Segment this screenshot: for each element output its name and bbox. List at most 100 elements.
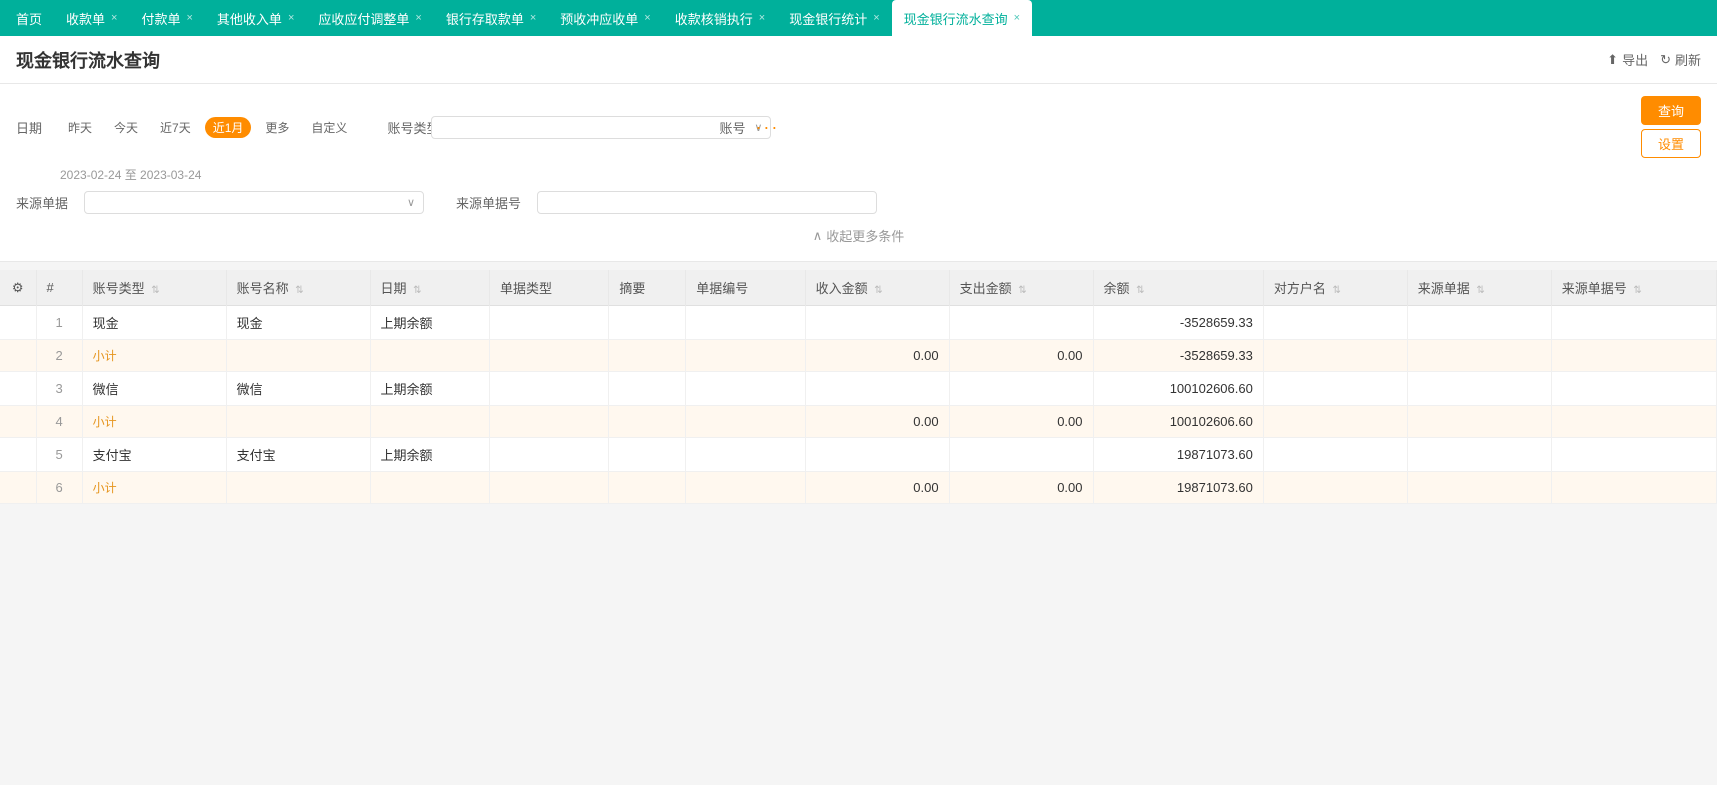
col-gear[interactable]: ⚙ xyxy=(0,270,36,306)
source-doc-select[interactable]: ∨ xyxy=(84,191,424,214)
col-num: # xyxy=(36,270,82,306)
refresh-button[interactable]: ↻ 刷新 xyxy=(1660,50,1701,69)
account-label: 账号 xyxy=(719,118,747,137)
source-doc-cell xyxy=(1407,372,1551,406)
source-doc-num-cell xyxy=(1551,438,1716,472)
page-title: 现金银行流水查询 xyxy=(16,47,160,73)
col-source-doc-num[interactable]: 来源单据号 ⇅ xyxy=(1551,270,1716,306)
doc-number-cell xyxy=(686,406,805,438)
expense-cell: 0.00 xyxy=(949,406,1093,438)
col-doc-type[interactable]: 单据类型 xyxy=(489,270,608,306)
nav-collection[interactable]: 收款核销执行 × xyxy=(663,0,777,36)
table-row: 4 小计 0.00 0.00 100102606.60 xyxy=(0,406,1717,438)
doc-number-cell xyxy=(686,340,805,372)
account-name-cell: 现金 xyxy=(226,306,370,340)
close-icon[interactable]: × xyxy=(530,12,536,24)
more-dots-icon[interactable]: ··· xyxy=(755,117,779,138)
col-account-name[interactable]: 账号名称 ⇅ xyxy=(226,270,370,306)
col-counterparty[interactable]: 对方户名 ⇅ xyxy=(1263,270,1407,306)
date-opt-more[interactable]: 更多 xyxy=(257,117,297,138)
close-icon[interactable]: × xyxy=(1014,12,1020,24)
counterparty-cell xyxy=(1263,472,1407,504)
export-icon: ⬆ xyxy=(1607,52,1618,68)
date-opt-1month[interactable]: 近1月 xyxy=(205,117,252,138)
account-name-cell xyxy=(226,340,370,372)
date-options: 昨天 今天 近7天 近1月 更多 自定义 xyxy=(60,117,355,138)
collapse-bar[interactable]: ∧ 收起更多条件 xyxy=(16,222,1701,249)
nav-home[interactable]: 首页 xyxy=(4,0,54,36)
close-icon[interactable]: × xyxy=(186,12,192,24)
doc-type-cell xyxy=(489,372,608,406)
date-opt-yesterday[interactable]: 昨天 xyxy=(60,117,100,138)
action-buttons: 查询 设置 xyxy=(1641,96,1701,158)
top-nav: 首页 收款单 × 付款单 × 其他收入单 × 应收应付调整单 × 银行存取款单 … xyxy=(0,0,1717,36)
doc-number-cell xyxy=(686,472,805,504)
close-icon[interactable]: × xyxy=(759,12,765,24)
col-expense[interactable]: 支出金额 ⇅ xyxy=(949,270,1093,306)
export-button[interactable]: ⬆ 导出 xyxy=(1607,50,1648,69)
close-icon[interactable]: × xyxy=(415,12,421,24)
col-balance[interactable]: 余额 ⇅ xyxy=(1093,270,1263,306)
doc-number-cell xyxy=(686,372,805,406)
col-gear-cell xyxy=(0,406,36,438)
header-bar: 现金银行流水查询 ⬆ 导出 ↻ 刷新 xyxy=(0,36,1717,84)
account-name-cell xyxy=(226,406,370,438)
nav-adjustment[interactable]: 应收应付调整单 × xyxy=(306,0,433,36)
date-range-text: 2023-02-24 至 2023-03-24 xyxy=(60,168,201,182)
date-opt-custom[interactable]: 自定义 xyxy=(303,117,355,138)
collapse-label: 收起更多条件 xyxy=(826,226,904,245)
account-type-cell: 微信 xyxy=(82,372,226,406)
close-icon[interactable]: × xyxy=(644,12,650,24)
filter-row-2: 来源单据 ∨ 来源单据号 xyxy=(16,191,1701,214)
date-opt-7days[interactable]: 近7天 xyxy=(152,117,199,138)
header-actions: ⬆ 导出 ↻ 刷新 xyxy=(1607,50,1701,69)
nav-advance[interactable]: 预收冲应收单 × xyxy=(548,0,662,36)
date-cell xyxy=(370,472,489,504)
date-label: 日期 xyxy=(16,118,44,137)
col-account-type[interactable]: 账号类型 ⇅ xyxy=(82,270,226,306)
col-date[interactable]: 日期 ⇅ xyxy=(370,270,489,306)
close-icon[interactable]: × xyxy=(111,12,117,24)
row-num-cell: 4 xyxy=(36,406,82,438)
source-doc-num-cell xyxy=(1551,340,1716,372)
counterparty-cell xyxy=(1263,438,1407,472)
account-type-cell: 支付宝 xyxy=(82,438,226,472)
source-doc-cell xyxy=(1407,472,1551,504)
nav-other-income[interactable]: 其他收入单 × xyxy=(205,0,306,36)
account-name-cell: 支付宝 xyxy=(226,438,370,472)
settings-button[interactable]: 设置 xyxy=(1641,129,1701,158)
date-cell: 上期余额 xyxy=(370,438,489,472)
source-doc-num-cell xyxy=(1551,306,1716,340)
source-doc-num-input[interactable] xyxy=(537,191,877,214)
query-button[interactable]: 查询 xyxy=(1641,96,1701,125)
col-summary: 摘要 xyxy=(609,270,686,306)
source-doc-cell xyxy=(1407,438,1551,472)
chevron-down-icon: ∨ xyxy=(407,196,415,209)
source-doc-num-cell xyxy=(1551,372,1716,406)
income-cell xyxy=(805,306,949,340)
nav-cash-stats[interactable]: 现金银行统计 × xyxy=(777,0,891,36)
income-cell: 0.00 xyxy=(805,406,949,438)
income-cell xyxy=(805,372,949,406)
source-doc-cell xyxy=(1407,406,1551,438)
doc-number-cell xyxy=(686,306,805,340)
balance-cell: -3528659.33 xyxy=(1093,306,1263,340)
table-header-row: ⚙ # 账号类型 ⇅ 账号名称 ⇅ 日期 ⇅ 单据类型 摘要 单据编号 收入金额… xyxy=(0,270,1717,306)
nav-cash-flow[interactable]: 现金银行流水查询 × xyxy=(892,0,1032,36)
nav-payment[interactable]: 付款单 × xyxy=(129,0,204,36)
filter-row-1: 日期 昨天 今天 近7天 近1月 更多 自定义 账号类型 ∨ 账号 ··· 查询… xyxy=(16,96,1701,158)
summary-cell xyxy=(609,472,686,504)
doc-type-cell xyxy=(489,306,608,340)
nav-receipt[interactable]: 收款单 × xyxy=(54,0,129,36)
col-source-doc[interactable]: 来源单据 ⇅ xyxy=(1407,270,1551,306)
summary-cell xyxy=(609,406,686,438)
close-icon[interactable]: × xyxy=(288,12,294,24)
account-type-cell: 小计 xyxy=(82,472,226,504)
summary-cell xyxy=(609,306,686,340)
close-icon[interactable]: × xyxy=(873,12,879,24)
summary-cell xyxy=(609,340,686,372)
nav-bank-deposit[interactable]: 银行存取款单 × xyxy=(434,0,548,36)
date-opt-today[interactable]: 今天 xyxy=(106,117,146,138)
table-row: 5 支付宝 支付宝 上期余额 19871073.60 xyxy=(0,438,1717,472)
col-income[interactable]: 收入金额 ⇅ xyxy=(805,270,949,306)
